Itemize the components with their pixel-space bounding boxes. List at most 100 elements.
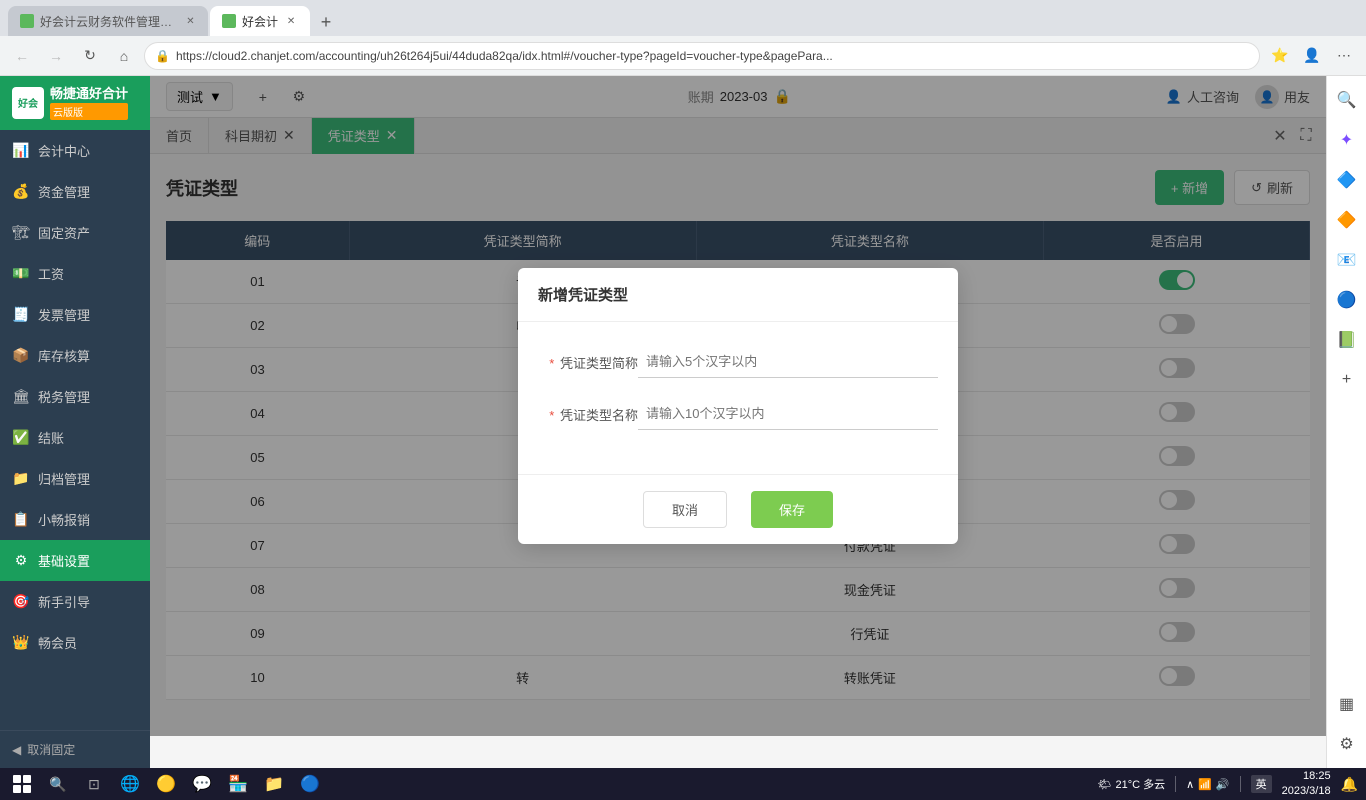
- sidebar-label-inventory: 库存核算: [38, 346, 90, 365]
- sidebar-item-invoice[interactable]: 🧾 发票管理: [0, 294, 150, 335]
- sidebar-item-inventory[interactable]: 📦 库存核算: [0, 335, 150, 376]
- tab-close-1[interactable]: ✕: [185, 14, 196, 28]
- taskbar-clock[interactable]: 18:25 2023/3/18: [1282, 769, 1331, 800]
- abbr-label: * 凭证类型简称: [538, 353, 638, 372]
- more-button[interactable]: ⋯: [1330, 42, 1358, 70]
- archive-icon: 📁: [12, 469, 30, 487]
- right-grid-button[interactable]: ▦: [1331, 688, 1363, 720]
- guide-icon: 🎯: [12, 592, 30, 610]
- browser-actions: ⭐ 👤 ⋯: [1266, 42, 1358, 70]
- modal-title: 新增凭证类型: [538, 287, 628, 304]
- sidebar: 好会 畅捷通好合计 云版版 📊 会计中心 💰 资金管理 🏗 固定资产 💵 工资: [0, 76, 150, 768]
- right-blue-button[interactable]: 🔷: [1331, 164, 1363, 196]
- modal-body: * 凭证类型简称 * 凭证类型名称: [518, 322, 958, 474]
- sidebar-item-closing[interactable]: ✅ 结账: [0, 417, 150, 458]
- dashboard-icon: 📊: [12, 141, 30, 159]
- sidebar-label-salary: 工资: [38, 264, 64, 283]
- browser-tab-1[interactable]: 好会计云财务软件管理系统_会计 ✕: [8, 6, 208, 36]
- input-method[interactable]: 英: [1251, 775, 1272, 793]
- sidebar-label-basic: 基础设置: [38, 551, 90, 570]
- sidebar-item-basic[interactable]: ⚙ 基础设置: [0, 540, 150, 581]
- tab-bar: 好会计云财务软件管理系统_会计 ✕ 好会计 ✕ +: [0, 0, 1366, 36]
- right-orange-button[interactable]: 🔶: [1331, 204, 1363, 236]
- right-purple-button[interactable]: ✦: [1331, 124, 1363, 156]
- inventory-icon: 📦: [12, 346, 30, 364]
- right-green-button[interactable]: 📗: [1331, 324, 1363, 356]
- security-icon: 🔒: [155, 49, 170, 63]
- back-button[interactable]: ←: [8, 42, 36, 70]
- taskbar-store[interactable]: 🏪: [224, 770, 252, 798]
- cancel-button[interactable]: 取消: [643, 491, 727, 528]
- invoice-icon: 🧾: [12, 305, 30, 323]
- home-button[interactable]: ⌂: [110, 42, 138, 70]
- taskbar-task-view[interactable]: ⊡: [80, 770, 108, 798]
- fixed-assets-icon: 🏗: [12, 223, 30, 241]
- sidebar-item-archive[interactable]: 📁 归档管理: [0, 458, 150, 499]
- address-bar[interactable]: 🔒 https://cloud2.chanjet.com/accounting/…: [144, 42, 1260, 70]
- windows-icon: [13, 775, 31, 793]
- start-button[interactable]: [8, 770, 36, 798]
- taskbar-edge2[interactable]: 🔵: [296, 770, 324, 798]
- weather-text: 21°C 多云: [1116, 776, 1166, 792]
- taskbar-weather: 🌤 21°C 多云: [1098, 776, 1166, 792]
- sidebar-item-tax[interactable]: 🏛 税务管理: [0, 376, 150, 417]
- browser-tab-2[interactable]: 好会计 ✕: [210, 6, 310, 36]
- member-icon: 👑: [12, 633, 30, 651]
- sidebar-item-expense[interactable]: 📋 小畅报销: [0, 499, 150, 540]
- sidebar-footer[interactable]: ◀ 取消固定: [0, 730, 150, 768]
- tab-favicon-1: [20, 14, 34, 28]
- right-teal-button[interactable]: 🔵: [1331, 284, 1363, 316]
- name-input[interactable]: [638, 398, 938, 430]
- taskbar-tray: ∧ 📶 🔊: [1186, 778, 1229, 791]
- closing-icon: ✅: [12, 428, 30, 446]
- taskbar-divider-1: [1175, 776, 1176, 792]
- sidebar-item-guide[interactable]: 🎯 新手引导: [0, 581, 150, 622]
- taskbar-explorer[interactable]: 📁: [260, 770, 288, 798]
- taskbar-search[interactable]: 🔍: [44, 770, 72, 798]
- taskbar-chrome[interactable]: 🟡: [152, 770, 180, 798]
- logo-icon: 好会: [12, 87, 44, 119]
- save-button[interactable]: 保存: [751, 491, 833, 528]
- profile-button[interactable]: 👤: [1298, 42, 1326, 70]
- sidebar-label-capital: 资金管理: [38, 182, 90, 201]
- browser-chrome: 好会计云财务软件管理系统_会计 ✕ 好会计 ✕ + ← → ↻ ⌂ 🔒 http…: [0, 0, 1366, 76]
- network-icon: 📶: [1198, 778, 1212, 791]
- sidebar-item-dashboard[interactable]: 📊 会计中心: [0, 130, 150, 171]
- sidebar-item-salary[interactable]: 💵 工资: [0, 253, 150, 294]
- modal-header: 新增凭证类型: [518, 268, 958, 322]
- right-add-button[interactable]: +: [1331, 364, 1363, 396]
- tray-arrow[interactable]: ∧: [1186, 778, 1194, 791]
- right-search-button[interactable]: 🔍: [1331, 84, 1363, 116]
- sidebar-item-member[interactable]: 👑 畅会员: [0, 622, 150, 663]
- tax-icon: 🏛: [12, 387, 30, 405]
- notification-icon[interactable]: 🔔: [1341, 776, 1358, 793]
- tab-close-2[interactable]: ✕: [284, 14, 298, 28]
- extensions-button[interactable]: ⭐: [1266, 42, 1294, 70]
- logo-badge: 云版版: [50, 103, 128, 120]
- right-outlook-button[interactable]: 📧: [1331, 244, 1363, 276]
- sidebar-label-archive: 归档管理: [38, 469, 90, 488]
- clock-date: 2023/3/18: [1282, 784, 1331, 799]
- sidebar-item-capital[interactable]: 💰 资金管理: [0, 171, 150, 212]
- salary-icon: 💵: [12, 264, 30, 282]
- modal-footer: 取消 保存: [518, 474, 958, 544]
- weather-icon: 🌤: [1098, 778, 1112, 791]
- new-tab-button[interactable]: +: [312, 8, 340, 36]
- sidebar-label-closing: 结账: [38, 428, 64, 447]
- reload-button[interactable]: ↻: [76, 42, 104, 70]
- abbr-input[interactable]: [638, 346, 938, 378]
- browser-controls: ← → ↻ ⌂ 🔒 https://cloud2.chanjet.com/acc…: [0, 36, 1366, 76]
- taskbar-edge[interactable]: 🌐: [116, 770, 144, 798]
- tab-title-1: 好会计云财务软件管理系统_会计: [40, 13, 179, 30]
- sidebar-item-fixed-assets[interactable]: 🏗 固定资产: [0, 212, 150, 253]
- forward-button[interactable]: →: [42, 42, 70, 70]
- right-settings-button[interactable]: ⚙: [1331, 728, 1363, 760]
- taskbar-right: 🌤 21°C 多云 ∧ 📶 🔊 英 18:25 2023/3/18 🔔: [1098, 769, 1358, 800]
- taskbar-wechat[interactable]: 💬: [188, 770, 216, 798]
- logo-text: 畅捷通好合计: [50, 86, 128, 103]
- name-label: * 凭证类型名称: [538, 405, 638, 424]
- sidebar-label-dashboard: 会计中心: [38, 141, 90, 160]
- form-row-abbr: * 凭证类型简称: [538, 346, 938, 378]
- right-sidebar: 🔍 ✦ 🔷 🔶 📧 🔵 📗 + ▦ ⚙: [1326, 76, 1366, 768]
- expense-icon: 📋: [12, 510, 30, 528]
